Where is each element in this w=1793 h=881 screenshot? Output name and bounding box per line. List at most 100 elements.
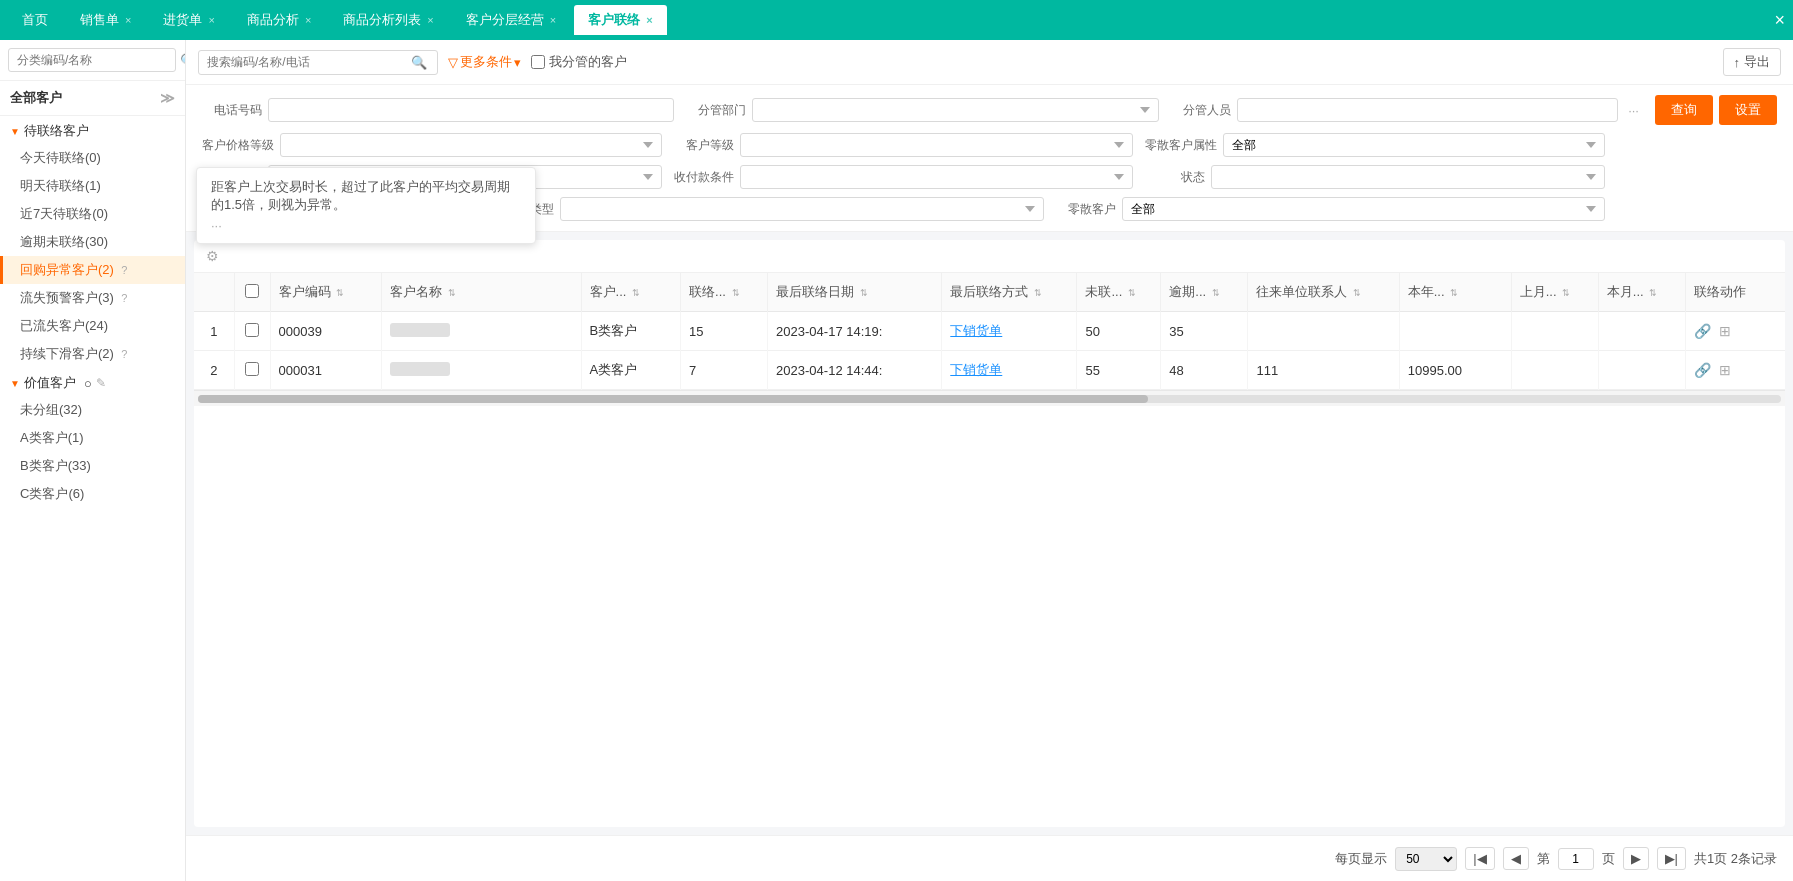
method-link-2[interactable]: 下销货单 <box>950 362 1002 377</box>
action-icons-1: 🔗 ⊞ <box>1694 323 1777 339</box>
close-icon-product-list[interactable]: × <box>427 14 433 26</box>
status-select[interactable] <box>1211 165 1605 189</box>
export-button[interactable]: ↑ 导出 <box>1723 48 1782 76</box>
value-group-refresh-icon[interactable]: ○ <box>84 376 92 391</box>
sort-icon-thismonth[interactable]: ⇅ <box>1649 288 1657 298</box>
method-link-1[interactable]: 下销货单 <box>950 323 1002 338</box>
sort-icon-method[interactable]: ⇅ <box>1034 288 1042 298</box>
row-checkbox-2[interactable] <box>245 362 259 376</box>
select-all-checkbox[interactable] <box>245 284 259 298</box>
sort-icon-code[interactable]: ⇅ <box>336 288 344 298</box>
nav-item-customer-contact[interactable]: 客户联络 × <box>574 5 666 35</box>
close-icon-purchase[interactable]: × <box>208 14 214 26</box>
sidebar-item-7days[interactable]: 近7天待联络(0) <box>0 200 185 228</box>
cell-contact-2: 7 <box>681 351 768 390</box>
close-icon-customer-contact[interactable]: × <box>646 14 652 26</box>
action-grid-icon-1[interactable]: ⊞ <box>1719 323 1731 339</box>
sidebar-item-class-c[interactable]: C类客户(6) <box>0 480 185 508</box>
phone-input[interactable] <box>268 98 674 122</box>
col-header-type: 客户... ⇅ <box>581 273 681 312</box>
value-group-edit-icon[interactable]: ✎ <box>96 376 106 390</box>
page-number-input[interactable] <box>1558 848 1594 870</box>
col-header-check <box>234 273 270 312</box>
sort-icon-type[interactable]: ⇅ <box>632 288 640 298</box>
action-link-icon-2[interactable]: 🔗 <box>1694 362 1711 378</box>
next-page-button[interactable]: ▶ <box>1623 847 1649 870</box>
nav-item-home[interactable]: 首页 <box>8 5 62 35</box>
top-navigation: 首页 销售单 × 进货单 × 商品分析 × 商品分析列表 × 客户分层经营 × … <box>0 0 1793 40</box>
sidebar-item-today[interactable]: 今天待联络(0) <box>0 144 185 172</box>
retail-attr-select[interactable]: 全部 <box>1223 133 1605 157</box>
sort-icon-contact[interactable]: ⇅ <box>732 288 740 298</box>
customer-name-blur-1 <box>390 323 450 337</box>
search-input[interactable] <box>207 55 407 69</box>
filter-bar-right: ↑ 导出 <box>1723 48 1782 76</box>
filter-bar: 🔍 ▽ 更多条件 ▾ 我分管的客户 ↑ 导出 <box>186 40 1793 85</box>
close-icon-product-analysis[interactable]: × <box>305 14 311 26</box>
sidebar-search-area: 🔍 <box>0 40 185 81</box>
sort-icon-thisyear[interactable]: ⇅ <box>1450 288 1458 298</box>
sidebar-item-lost[interactable]: 已流失客户(24) <box>0 312 185 340</box>
sidebar-pending-section[interactable]: ▼ 待联络客户 <box>0 116 185 144</box>
sidebar-item-class-b[interactable]: B类客户(33) <box>0 452 185 480</box>
manager-dots-button[interactable]: ··· <box>1624 99 1643 122</box>
retail-customer-select[interactable]: 全部 <box>1122 197 1606 221</box>
action-grid-icon-2[interactable]: ⊞ <box>1719 362 1731 378</box>
close-icon-sales[interactable]: × <box>125 14 131 26</box>
retail-attr-label: 零散客户属性 <box>1145 137 1217 154</box>
first-page-button[interactable]: |◀ <box>1465 847 1494 870</box>
sidebar-item-declining[interactable]: 持续下滑客户(2) ? <box>0 340 185 368</box>
nav-item-product-list[interactable]: 商品分析列表 × <box>329 5 447 35</box>
sort-icon-name[interactable]: ⇅ <box>448 288 456 298</box>
sort-icon-overdue[interactable]: ⇅ <box>1212 288 1220 298</box>
close-icon-customer-tier[interactable]: × <box>550 14 556 26</box>
payment-select[interactable] <box>740 165 1134 189</box>
customer-level-select[interactable] <box>740 133 1134 157</box>
sidebar-item-overdue[interactable]: 逾期未联络(30) <box>0 228 185 256</box>
nav-item-customer-tier[interactable]: 客户分层经营 × <box>452 5 570 35</box>
sidebar-item-lost-pre[interactable]: 流失预警客户(3) ? <box>0 284 185 312</box>
filter-field-phone: 电话号码 <box>202 98 674 122</box>
dept-select[interactable] <box>752 98 1158 122</box>
nav-label-sales: 销售单 <box>80 11 119 29</box>
search-icon[interactable]: 🔍 <box>411 55 427 70</box>
action-link-icon-1[interactable]: 🔗 <box>1694 323 1711 339</box>
cell-action-2: 🔗 ⊞ <box>1685 351 1785 390</box>
price-level-select[interactable] <box>280 133 662 157</box>
horizontal-scrollbar[interactable] <box>194 390 1785 406</box>
sidebar-item-tomorrow[interactable]: 明天待联络(1) <box>0 172 185 200</box>
filter-row-1: 电话号码 分管部门 分管人员 ··· 查询 <box>202 95 1777 125</box>
sidebar-item-class-a[interactable]: A类客户(1) <box>0 424 185 452</box>
col-header-overdue: 逾期... ⇅ <box>1161 273 1248 312</box>
sort-icon-partner[interactable]: ⇅ <box>1353 288 1361 298</box>
customer-type-select[interactable] <box>560 197 1044 221</box>
window-close-button[interactable]: × <box>1774 10 1785 31</box>
sidebar-search-input[interactable] <box>8 48 176 72</box>
abnormal-help-icon: ? <box>121 264 127 276</box>
sidebar-collapse-button[interactable]: ≫ <box>160 90 175 106</box>
nav-item-product-analysis[interactable]: 商品分析 × <box>233 5 325 35</box>
sidebar-value-group-header[interactable]: ▼ 价值客户 ○ ✎ <box>0 368 185 396</box>
settings-button[interactable]: 设置 <box>1719 95 1777 125</box>
table-header-row: 客户编码 ⇅ 客户名称 ⇅ 客户... ⇅ 联络... <box>194 273 1785 312</box>
per-page-select[interactable]: 50 <box>1395 847 1457 871</box>
sidebar-item-ungrouped[interactable]: 未分组(32) <box>0 396 185 424</box>
cell-thisyear-2: 10995.00 <box>1399 351 1511 390</box>
cell-contact-1: 15 <box>681 312 768 351</box>
row-checkbox-1[interactable] <box>245 323 259 337</box>
my-customers-checkbox[interactable] <box>531 55 545 69</box>
declining-help-icon: ? <box>121 348 127 360</box>
sort-icon-lastmonth[interactable]: ⇅ <box>1562 288 1570 298</box>
sort-icon-uncontact[interactable]: ⇅ <box>1128 288 1136 298</box>
manager-input[interactable] <box>1237 98 1618 122</box>
cell-date-1: 2023-04-17 14:19: <box>768 312 942 351</box>
table-settings-icon[interactable]: ⚙ <box>206 248 219 264</box>
nav-item-sales[interactable]: 销售单 × <box>66 5 145 35</box>
sidebar-item-abnormal[interactable]: 回购异常客户(2) ? <box>0 256 185 284</box>
more-conditions-button[interactable]: ▽ 更多条件 ▾ <box>448 53 521 71</box>
sort-icon-date[interactable]: ⇅ <box>860 288 868 298</box>
query-button[interactable]: 查询 <box>1655 95 1713 125</box>
prev-page-button[interactable]: ◀ <box>1503 847 1529 870</box>
nav-item-purchase[interactable]: 进货单 × <box>149 5 228 35</box>
last-page-button[interactable]: ▶| <box>1657 847 1686 870</box>
